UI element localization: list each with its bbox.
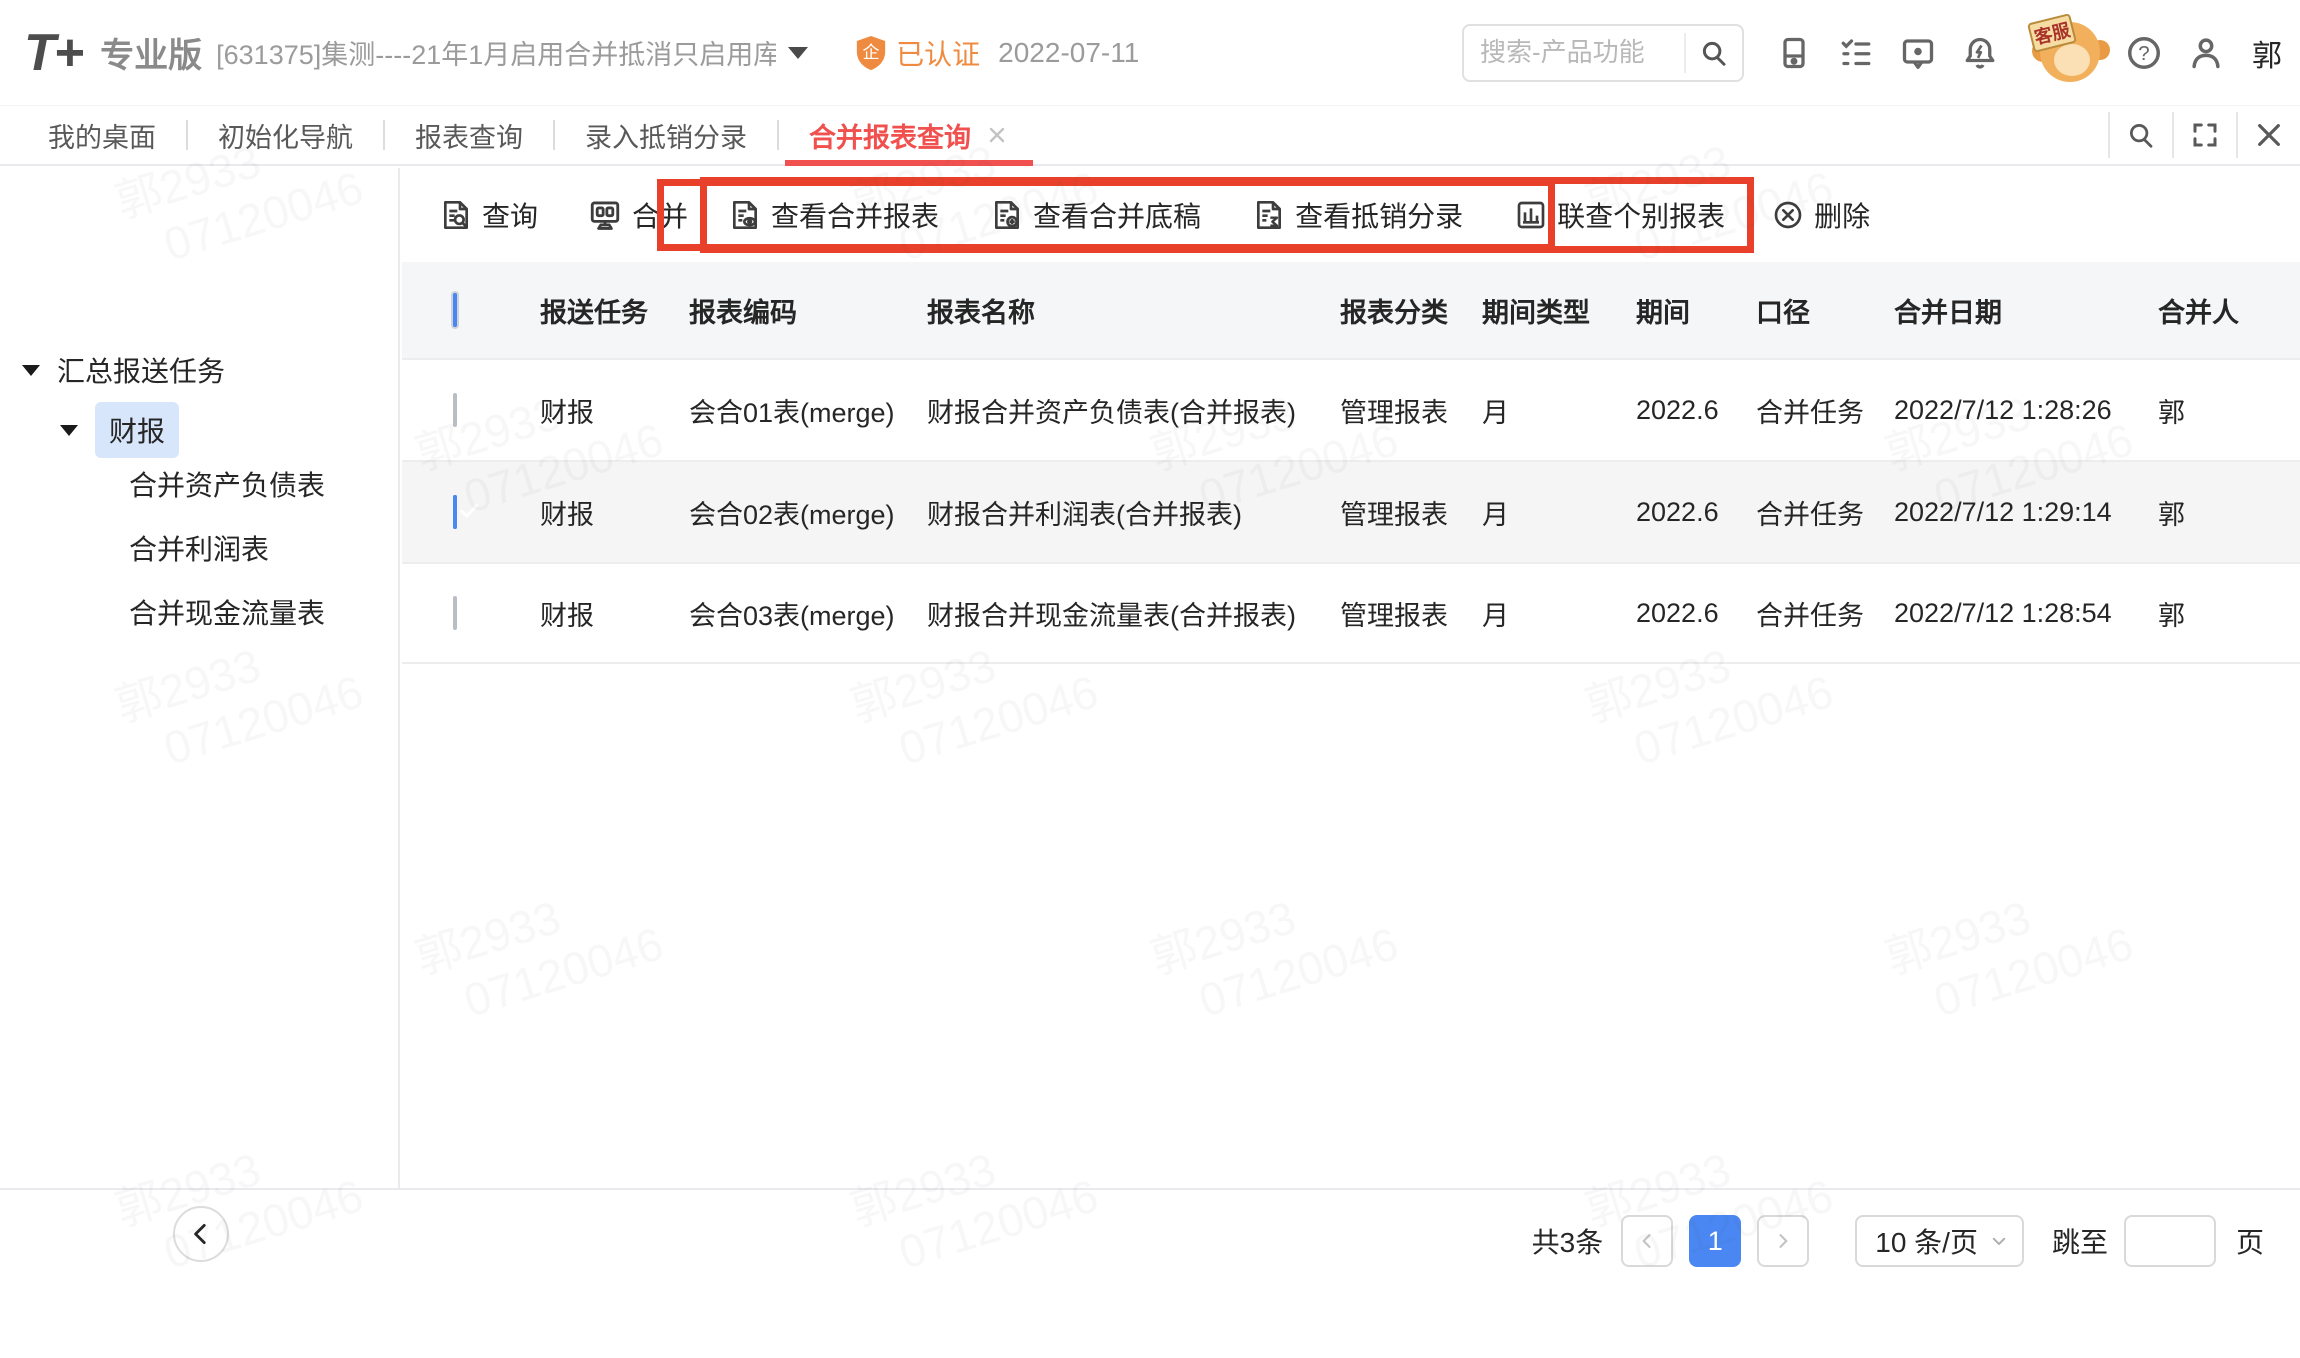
total-count-label: 共3条 <box>1531 1227 1604 1258</box>
tabbar-search-icon[interactable] <box>2110 106 2172 164</box>
chevron-down-icon <box>1992 1237 2006 1245</box>
jump-page-input-wrap <box>2123 1215 2216 1267</box>
tab-offset-entry[interactable]: 录入抵销分录 <box>555 106 777 164</box>
close-icon[interactable] <box>2238 106 2300 164</box>
sidebar-tree: 汇总报送任务 财报 合并资产负债表 合并利润表 合并现金流量表 <box>0 168 400 1188</box>
product-search-box <box>1462 23 1744 82</box>
user-name[interactable]: 郭 <box>2252 31 2282 75</box>
table-row[interactable]: 财报 会合03表(merge) 财报合并现金流量表(合并报表) 管理报表 月 2… <box>402 562 2300 664</box>
jump-page-input[interactable] <box>2125 1217 2214 1265</box>
tabbar-actions <box>2108 106 2300 164</box>
search-icon[interactable] <box>1686 38 1742 68</box>
chart-box-icon <box>1517 201 1545 229</box>
row-checkbox[interactable] <box>453 494 457 529</box>
toolbar: 查询 合并 查看合并报表 查看合并底稿 查看抵销分录 联查个别报表 删除 <box>402 168 2300 262</box>
sidebar-collapse-button[interactable] <box>173 1206 229 1262</box>
svg-text:企: 企 <box>863 42 880 61</box>
col-header: 期间类型 <box>1482 297 1590 328</box>
tree-node-selected-label[interactable]: 财报 <box>95 402 180 458</box>
table-row[interactable]: 财报 会合02表(merge) 财报合并利润表(合并报表) 管理报表 月 202… <box>402 460 2300 562</box>
linked-individual-report-button[interactable]: 联查个别报表 <box>1515 195 1725 235</box>
doc-plus-icon <box>995 201 1020 229</box>
tree-leaf-balance-sheet[interactable]: 合并资产负债表 <box>129 464 325 504</box>
shield-icon: 企 <box>856 35 886 70</box>
tree-node-summary-tasks[interactable]: 汇总报送任务 <box>22 350 225 390</box>
view-merged-report-button[interactable]: 查看合并报表 <box>729 195 939 235</box>
tree-leaf-income-statement[interactable]: 合并利润表 <box>129 528 269 568</box>
chevron-left-icon <box>1642 1234 1651 1248</box>
content-bottom-divider <box>0 1188 2300 1190</box>
monitor-icon <box>590 201 620 230</box>
table-header: 报送任务 报表编码 报表名称 报表分类 期间类型 期间 口径 合并日期 合并人 <box>402 262 2300 358</box>
tree-node-financial-report[interactable]: 财报 <box>60 402 180 458</box>
header-date: 2022-07-11 <box>998 36 1140 68</box>
next-page-button[interactable] <box>1757 1215 1810 1267</box>
message-icon[interactable] <box>1898 33 1938 73</box>
app-window: T+ 专业版 [631375]集测----21年1月启用合并抵消只启用库存07.… <box>0 0 2300 1358</box>
page-unit-label: 页 <box>2235 1227 2264 1258</box>
col-header: 合并日期 <box>1894 297 2002 328</box>
chevron-down-icon[interactable] <box>22 364 40 376</box>
tab-my-desktop[interactable]: 我的桌面 <box>18 106 186 164</box>
page-size-select[interactable]: 10 条/页 <box>1855 1215 2024 1267</box>
delete-button[interactable]: 删除 <box>1772 195 1870 235</box>
tab-close-icon[interactable] <box>985 123 1009 147</box>
chevron-down-icon[interactable] <box>60 424 78 436</box>
customer-service-mascot[interactable]: 客服 <box>2022 12 2110 88</box>
chevron-right-icon <box>1779 1234 1788 1248</box>
device-icon[interactable] <box>1774 33 1814 73</box>
tree-leaf-cash-flow[interactable]: 合并现金流量表 <box>129 592 325 632</box>
certified-label: 已认证 <box>896 38 981 70</box>
select-all-checkbox[interactable] <box>453 292 457 327</box>
col-header: 期间 <box>1636 297 1690 328</box>
pagination: 共3条 1 10 条/页 跳至 页 <box>1532 1215 2264 1267</box>
tab-bar: 我的桌面 初始化导航 报表查询 录入抵销分录 合并报表查询 <box>0 106 2300 166</box>
row-checkbox[interactable] <box>453 595 457 630</box>
highlighted-button-group: 查看合并报表 查看合并底稿 查看抵销分录 联查个别报表 <box>700 177 1755 253</box>
chevron-left-icon <box>194 1223 206 1245</box>
tab-merged-report-query[interactable]: 合并报表查询 <box>779 106 1039 166</box>
table-row[interactable]: 财报 会合01表(merge) 财报合并资产负债表(合并报表) 管理报表 月 2… <box>402 358 2300 460</box>
doc-search-icon <box>444 201 468 229</box>
view-merged-draft-button[interactable]: 查看合并底稿 <box>991 195 1201 235</box>
help-icon[interactable]: ? <box>2124 33 2164 73</box>
account-dropdown-caret-icon[interactable] <box>788 46 809 59</box>
col-header: 报送任务 <box>540 297 648 328</box>
tplus-logo: T+ <box>24 23 84 82</box>
query-button[interactable]: 查询 <box>440 195 538 235</box>
view-offset-entries-button[interactable]: 查看抵销分录 <box>1253 195 1463 235</box>
certified-badge: 企 已认证 <box>854 33 980 73</box>
doc-eye-icon <box>733 201 758 229</box>
col-header: 口径 <box>1756 297 1810 328</box>
task-list-icon[interactable] <box>1836 33 1876 73</box>
jump-to-label: 跳至 <box>2051 1227 2108 1258</box>
tab-init-nav[interactable]: 初始化导航 <box>188 106 383 164</box>
circle-x-icon <box>1774 201 1802 229</box>
top-header: T+ 专业版 [631375]集测----21年1月启用合并抵消只启用库存07.… <box>0 0 2300 106</box>
prev-page-button[interactable] <box>1621 1215 1674 1267</box>
user-icon[interactable] <box>2186 33 2226 73</box>
merge-button[interactable]: 合并 <box>588 195 688 235</box>
row-checkbox[interactable] <box>453 392 457 427</box>
svg-text:?: ? <box>2138 42 2149 65</box>
mascot-face <box>2054 43 2090 76</box>
edition-label: 专业版 <box>100 37 203 75</box>
current-page-button[interactable]: 1 <box>1689 1215 1742 1267</box>
col-header: 报表名称 <box>927 297 1035 328</box>
col-header: 合并人 <box>2158 297 2239 328</box>
search-input[interactable] <box>1464 37 1684 68</box>
account-title[interactable]: [631375]集测----21年1月启用合并抵消只启用库存07... <box>216 33 776 72</box>
col-header: 报表编码 <box>689 297 797 328</box>
doc-entry-icon <box>1257 201 1282 229</box>
tab-report-query[interactable]: 报表查询 <box>385 106 553 164</box>
col-header: 报表分类 <box>1340 297 1448 328</box>
notification-bell-icon[interactable] <box>1960 33 2000 73</box>
fullscreen-icon[interactable] <box>2174 106 2236 164</box>
main-content: 查询 合并 查看合并报表 查看合并底稿 查看抵销分录 联查个别报表 删除 报送任… <box>402 168 2300 1188</box>
